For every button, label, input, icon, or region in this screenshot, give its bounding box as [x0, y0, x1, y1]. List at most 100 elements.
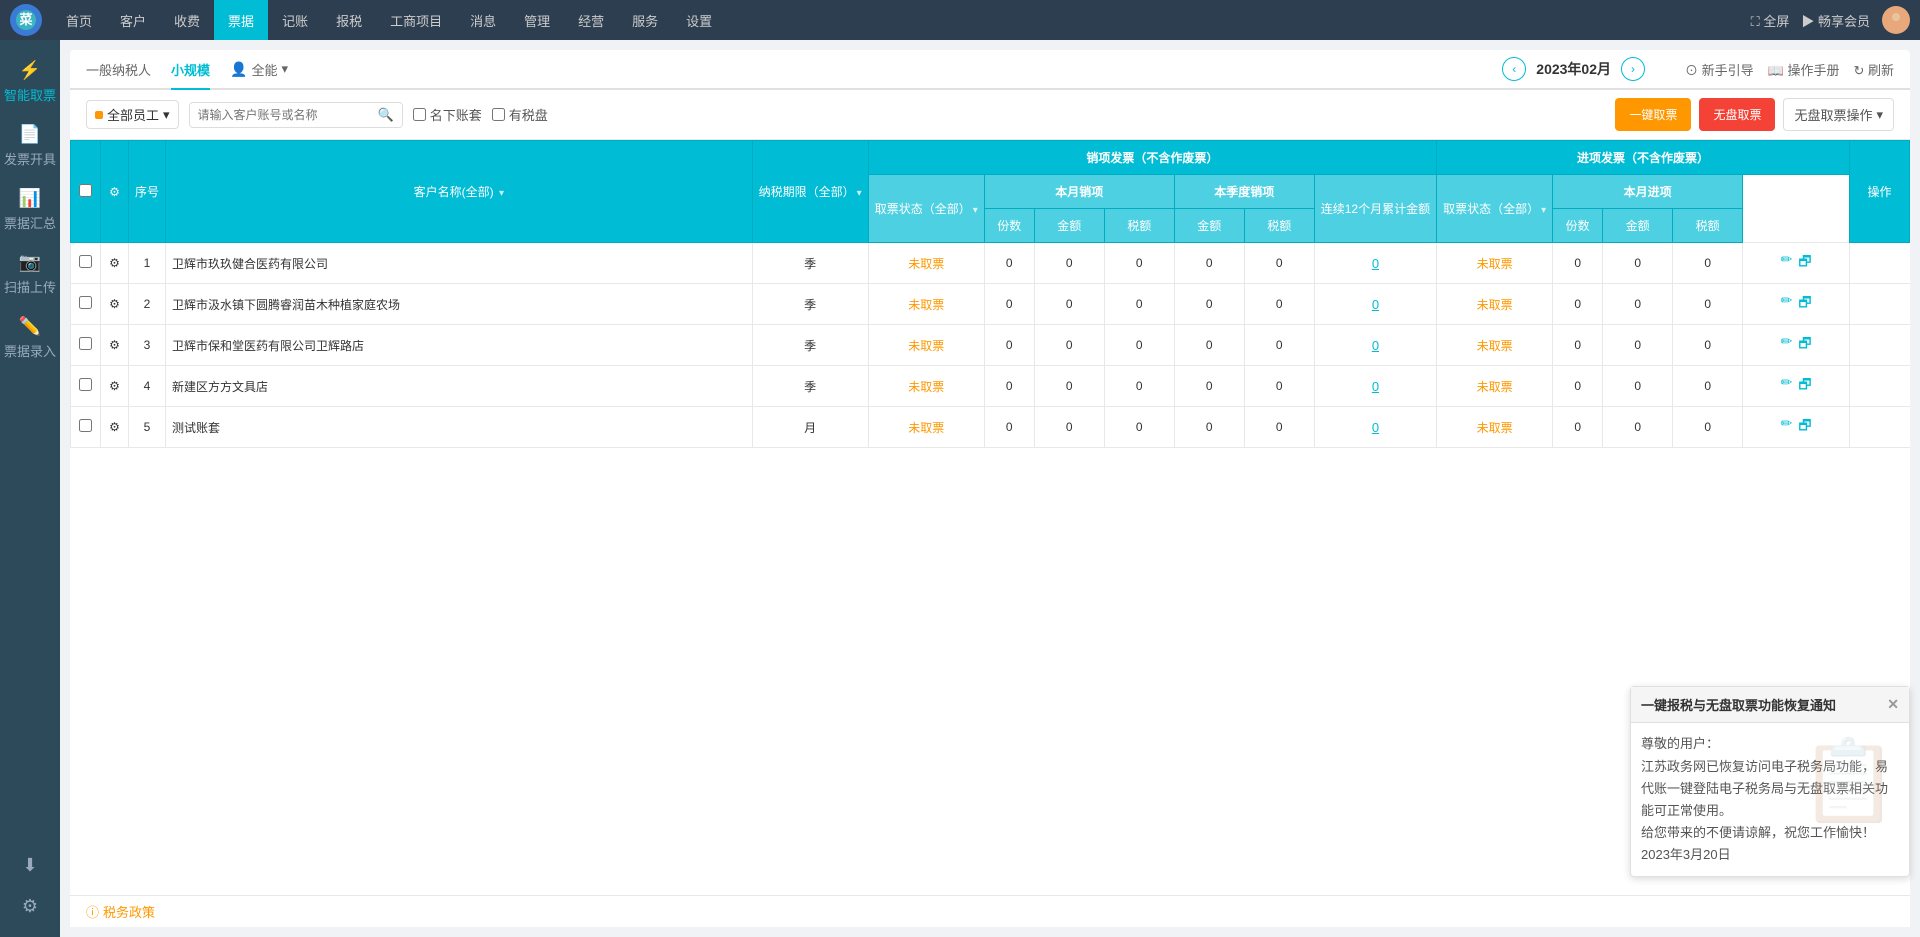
nav-settings[interactable]: 设置	[672, 0, 726, 40]
nav-service[interactable]: 服务	[618, 0, 672, 40]
sidebar-item-config[interactable]: ⚙	[18, 886, 42, 927]
th-monthly-purchase: 本月进项	[1553, 175, 1743, 209]
smart-fetch-icon: ⚡	[19, 60, 41, 81]
row-checkbox[interactable]	[71, 284, 101, 325]
row-purchase-status: 未取票	[1437, 366, 1553, 407]
employee-dot	[95, 111, 103, 119]
row-sales-seasonal-tax: 0	[1244, 284, 1314, 325]
nav-invoice[interactable]: 票据	[214, 0, 268, 40]
member-btn[interactable]: ▶ 畅享会员	[1801, 11, 1870, 30]
table-row: ⚙ 1 卫辉市玖玖健合医药有限公司 季 未取票 0 0 0 0 0 0 未取票 …	[71, 243, 1910, 284]
search-btn[interactable]: 🔍	[370, 103, 402, 127]
tax-policy-link[interactable]: 税务政策	[103, 902, 155, 921]
sidebar-item-entry[interactable]: ✏️ 票据录入	[0, 306, 60, 370]
sidebar-item-smart-fetch[interactable]: ⚡ 智能取票	[0, 50, 60, 114]
row-edit-icon[interactable]: ✏	[1781, 333, 1793, 357]
nav-business[interactable]: 工商项目	[376, 0, 456, 40]
row-view-icon[interactable]: 🗗	[1798, 333, 1811, 357]
select-all-checkbox[interactable]	[79, 184, 92, 197]
row-sales-monthly-amount: 0	[1034, 366, 1104, 407]
tab-small-label: 小规模	[171, 60, 210, 79]
employee-select[interactable]: 全部员工 ▾	[86, 100, 179, 129]
row-year-accum: 0	[1314, 284, 1436, 325]
notification-close-btn[interactable]: ✕	[1887, 696, 1899, 713]
top-nav-right: ⛶ 全屏 ▶ 畅享会员	[1751, 6, 1910, 34]
row-purchase-monthly-tax: 0	[1673, 243, 1743, 284]
row-sales-seasonal-amount: 0	[1174, 243, 1244, 284]
row-gear: ⚙	[101, 284, 129, 325]
nav-ops[interactable]: 经营	[564, 0, 618, 40]
row-checkbox[interactable]	[71, 407, 101, 448]
tab-all[interactable]: 👤 全能 ▾	[230, 50, 288, 90]
row-no: 3	[129, 325, 166, 366]
sidebar-label-smart-fetch: 智能取票	[4, 85, 56, 104]
row-checkbox[interactable]	[71, 366, 101, 407]
row-checkbox[interactable]	[71, 243, 101, 284]
row-sales-seasonal-tax: 0	[1244, 407, 1314, 448]
row-year-accum: 0	[1314, 366, 1436, 407]
nav-message[interactable]: 消息	[456, 0, 510, 40]
th-monthly-sales: 本月销项	[984, 175, 1174, 209]
th-sales-seasonal-tax: 税额	[1244, 209, 1314, 243]
row-purchase-monthly-amount: 0	[1603, 366, 1673, 407]
sidebar-bottom: ⬇ ⚙	[18, 845, 42, 937]
th-sales-monthly-qty: 份数	[984, 209, 1034, 243]
new-guide-btn[interactable]: ⊙ 新手引导	[1685, 60, 1754, 79]
sales-status-filter-icon: ▾	[973, 205, 978, 216]
nav-manage[interactable]: 管理	[510, 0, 564, 40]
row-name: 卫辉市保和堂医药有限公司卫辉路店	[166, 325, 753, 366]
user-avatar[interactable]	[1882, 6, 1910, 34]
row-actions: ✏ 🗗	[1743, 366, 1850, 407]
row-edit-icon[interactable]: ✏	[1781, 292, 1793, 316]
manual-btn[interactable]: 📖 操作手册	[1768, 60, 1840, 79]
row-year-accum: 0	[1314, 407, 1436, 448]
row-purchase-status: 未取票	[1437, 284, 1553, 325]
nav-fees[interactable]: 收费	[160, 0, 214, 40]
row-view-icon[interactable]: 🗗	[1798, 251, 1811, 275]
row-sales-seasonal-tax: 0	[1244, 325, 1314, 366]
checkbox-own-accounts[interactable]: 名下账套	[413, 105, 482, 124]
top-actions: ⊙ 新手引导 📖 操作手册 ↻ 刷新	[1685, 60, 1894, 79]
no-disk-fetch-btn[interactable]: 无盘取票	[1699, 98, 1775, 131]
summary-icon: 📊	[19, 188, 41, 209]
row-edit-icon[interactable]: ✏	[1781, 374, 1793, 398]
fullscreen-btn[interactable]: ⛶ 全屏	[1751, 11, 1790, 30]
nav-customer[interactable]: 客户	[106, 0, 160, 40]
row-view-icon[interactable]: 🗗	[1798, 292, 1811, 316]
th-no: 序号	[129, 141, 166, 243]
top-nav-items: 首页 客户 收费 票据 记账 报税 工商项目 消息 管理 经营 服务 设置	[52, 0, 1751, 40]
row-view-icon[interactable]: 🗗	[1798, 374, 1811, 398]
date-prev-btn[interactable]: ‹	[1502, 57, 1526, 81]
row-no: 4	[129, 366, 166, 407]
row-view-icon[interactable]: 🗗	[1798, 415, 1811, 439]
th-customer: 客户名称(全部) ▾	[166, 141, 753, 243]
th-tax-period: 纳税期限（全部）▾	[752, 141, 868, 243]
checkbox-has-disk[interactable]: 有税盘	[492, 105, 548, 124]
row-checkbox[interactable]	[71, 325, 101, 366]
notification-header: 一键报税与无盘取票功能恢复通知 ✕	[1631, 687, 1909, 723]
sidebar-item-download[interactable]: ⬇	[18, 845, 42, 886]
tab-general-label: 一般纳税人	[86, 60, 151, 79]
search-input[interactable]	[190, 104, 370, 126]
notification-title: 一键报税与无盘取票功能恢复通知	[1641, 695, 1836, 714]
sidebar-item-summary[interactable]: 📊 票据汇总	[0, 178, 60, 242]
nav-accounting[interactable]: 记账	[268, 0, 322, 40]
no-disk-ops-btn[interactable]: 无盘取票操作 ▾	[1783, 98, 1894, 131]
nav-tax[interactable]: 报税	[322, 0, 376, 40]
row-edit-icon[interactable]: ✏	[1781, 251, 1793, 275]
date-next-btn[interactable]: ›	[1621, 57, 1645, 81]
row-sales-seasonal-amount: 0	[1174, 407, 1244, 448]
tab-small[interactable]: 小规模	[171, 50, 210, 90]
nav-home[interactable]: 首页	[52, 0, 106, 40]
sidebar-item-scan[interactable]: 📷 扫描上传	[0, 242, 60, 306]
tab-general[interactable]: 一般纳税人	[86, 50, 151, 90]
refresh-btn[interactable]: ↻ 刷新	[1853, 60, 1894, 79]
one-key-fetch-btn[interactable]: 一键取票	[1615, 98, 1691, 131]
logo: 菜	[10, 4, 42, 36]
row-period: 季	[752, 284, 868, 325]
sidebar-item-invoice-open[interactable]: 📄 发票开具	[0, 114, 60, 178]
row-purchase-monthly-qty: 0	[1553, 325, 1603, 366]
row-sales-monthly-qty: 0	[984, 284, 1034, 325]
row-purchase-monthly-qty: 0	[1553, 284, 1603, 325]
row-edit-icon[interactable]: ✏	[1781, 415, 1793, 439]
